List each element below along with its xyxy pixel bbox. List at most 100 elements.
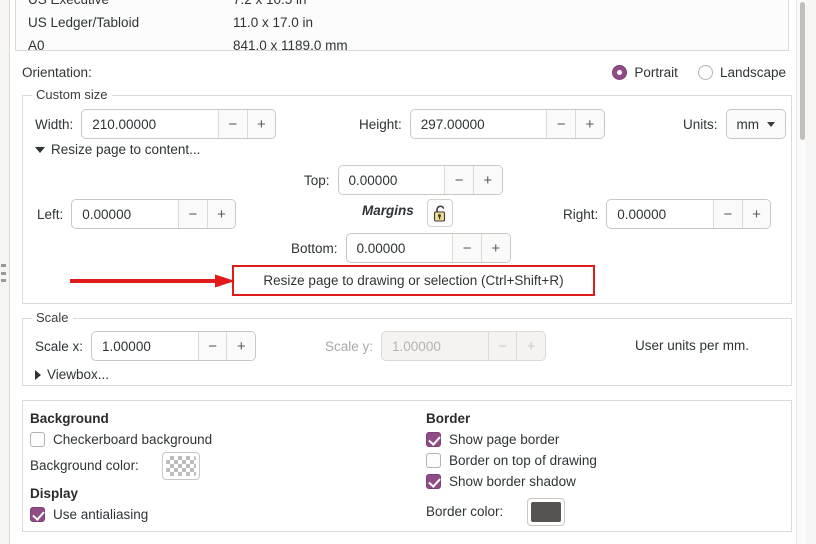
triangle-down-icon: [35, 146, 45, 153]
resize-page-to-drawing-button[interactable]: Resize page to drawing or selection (Ctr…: [232, 265, 595, 296]
height-input[interactable]: 297.00000: [411, 110, 547, 138]
resize-to-content-disclosure[interactable]: Resize page to content...: [35, 142, 200, 157]
height-spinner[interactable]: 297.00000 − +: [409, 109, 605, 139]
page-size-list[interactable]: US Executive 7.2 x 10.5 in US Ledger/Tab…: [15, 0, 789, 51]
splitter-grip-icon: [1, 264, 6, 282]
width-label: Width:: [35, 116, 74, 132]
document-properties-panel: US Executive 7.2 x 10.5 in US Ledger/Tab…: [0, 0, 816, 544]
scale-x-decrement-button[interactable]: −: [197, 332, 227, 360]
page-size-dimensions: 7.2 x 10.5 in: [233, 0, 307, 7]
radio-dot-icon: [697, 64, 713, 80]
margin-bottom-row: Bottom: 0.00000 − +: [291, 233, 511, 263]
page-size-name: A0: [28, 38, 45, 51]
checkbox-show-border-shadow[interactable]: Show border shadow: [426, 474, 576, 489]
background-color-swatch: [166, 456, 196, 476]
height-field-row: Height: 297.00000 − +: [359, 109, 605, 139]
margin-left-row: Left: 0.00000 − +: [37, 199, 237, 229]
radio-portrait[interactable]: Portrait: [612, 64, 678, 80]
height-decrement-button[interactable]: −: [546, 110, 576, 138]
units-label: Units:: [683, 116, 718, 132]
margin-bottom-decrement-button[interactable]: −: [452, 234, 481, 262]
radio-landscape[interactable]: Landscape: [697, 64, 786, 80]
border-on-top-label: Border on top of drawing: [449, 453, 597, 468]
margin-left-spinner[interactable]: 0.00000 − +: [71, 199, 237, 229]
checkbox-box-icon: [30, 432, 45, 447]
show-border-shadow-label: Show border shadow: [449, 474, 576, 489]
margin-left-input[interactable]: 0.00000: [72, 200, 178, 228]
margin-left-increment-button[interactable]: +: [206, 200, 236, 228]
border-color-swatch: [531, 502, 561, 522]
scrollbar-thumb[interactable]: [800, 2, 805, 140]
checkbox-box-icon: [30, 507, 45, 522]
margin-right-increment-button[interactable]: +: [741, 200, 771, 228]
display-heading: Display: [30, 486, 79, 501]
scale-y-increment-button: +: [516, 332, 546, 360]
width-input[interactable]: 210.00000: [82, 110, 218, 138]
scale-x-label: Scale x:: [35, 338, 84, 354]
scale-y-label: Scale y:: [325, 338, 374, 354]
scale-x-increment-button[interactable]: +: [226, 332, 256, 360]
scale-x-input[interactable]: 1.00000: [92, 332, 198, 360]
margin-top-decrement-button[interactable]: −: [444, 166, 473, 194]
viewbox-disclosure[interactable]: Viewbox...: [35, 367, 109, 382]
chevron-down-icon: [767, 121, 776, 127]
border-color-row: Border color:: [426, 504, 503, 519]
margin-left-label: Left:: [37, 206, 64, 222]
width-decrement-button[interactable]: −: [217, 110, 247, 138]
margins-lock-toggle[interactable]: [427, 199, 453, 227]
vertical-scrollbar[interactable]: [796, 0, 806, 544]
units-dropdown[interactable]: mm: [725, 109, 787, 139]
list-item[interactable]: US Executive 7.2 x 10.5 in: [16, 0, 788, 11]
margin-right-row: Right: 0.00000 − +: [563, 199, 772, 229]
scale-y-spinner: 1.00000 − +: [381, 331, 547, 361]
radio-dot-icon: [612, 64, 628, 80]
orientation-radio-group: Portrait Landscape: [612, 64, 786, 80]
triangle-right-icon: [35, 369, 41, 380]
viewbox-label: Viewbox...: [47, 367, 110, 382]
pane-splitter[interactable]: [0, 0, 10, 544]
orientation-label: Orientation:: [22, 64, 92, 80]
units-selected-value: mm: [736, 116, 760, 132]
margin-right-input[interactable]: 0.00000: [607, 200, 713, 228]
height-increment-button[interactable]: +: [575, 110, 604, 138]
margin-right-decrement-button[interactable]: −: [713, 200, 742, 228]
scale-x-spinner[interactable]: 1.00000 − +: [91, 331, 257, 361]
scale-y-row: Scale y: 1.00000 − +: [325, 331, 547, 361]
list-item[interactable]: A0 841.0 x 1189.0 mm: [16, 34, 788, 51]
width-increment-button[interactable]: +: [246, 110, 276, 138]
resize-page-to-drawing-label: Resize page to drawing or selection (Ctr…: [263, 273, 564, 288]
margin-top-increment-button[interactable]: +: [472, 166, 502, 194]
width-spinner[interactable]: 210.00000 − +: [81, 109, 277, 139]
scale-x-row: Scale x: 1.00000 − +: [35, 331, 257, 361]
checkbox-checkerboard-background[interactable]: Checkerboard background: [30, 432, 212, 447]
use-antialiasing-label: Use antialiasing: [53, 507, 149, 522]
page-size-name: US Executive: [28, 0, 233, 7]
checkbox-show-page-border[interactable]: Show page border: [426, 432, 559, 447]
background-heading: Background: [30, 411, 109, 426]
list-item[interactable]: US Ledger/Tabloid 11.0 x 17.0 in: [16, 11, 788, 34]
margin-left-decrement-button[interactable]: −: [178, 200, 207, 228]
margin-bottom-input[interactable]: 0.00000: [347, 234, 453, 262]
margin-bottom-increment-button[interactable]: +: [480, 234, 510, 262]
margin-bottom-spinner[interactable]: 0.00000 − +: [345, 233, 511, 263]
checkbox-box-icon: [426, 432, 441, 447]
margin-right-label: Right:: [563, 206, 599, 222]
units-field-row: Units: mm: [683, 109, 787, 139]
annotation-arrow-icon: [70, 274, 235, 288]
margin-top-input[interactable]: 0.00000: [339, 166, 445, 194]
checkbox-use-antialiasing[interactable]: Use antialiasing: [30, 507, 148, 522]
padlock-open-icon: [433, 204, 445, 222]
background-color-swatch-button[interactable]: [162, 452, 200, 480]
margin-right-spinner[interactable]: 0.00000 − +: [606, 199, 772, 229]
margin-bottom-label: Bottom:: [291, 240, 338, 256]
show-page-border-label: Show page border: [449, 432, 560, 447]
page-size-name: US Ledger/Tabloid: [28, 15, 140, 30]
height-label: Height:: [359, 116, 402, 132]
checkbox-border-on-top-of-drawing[interactable]: Border on top of drawing: [426, 453, 597, 468]
checkbox-box-icon: [426, 474, 441, 489]
radio-landscape-label: Landscape: [719, 64, 786, 80]
margin-top-spinner[interactable]: 0.00000 − +: [337, 165, 503, 195]
user-units-per-mm-label: User units per mm.: [635, 338, 750, 353]
border-color-swatch-button[interactable]: [527, 498, 565, 526]
orientation-row: Orientation: Portrait Landscape: [10, 58, 796, 86]
